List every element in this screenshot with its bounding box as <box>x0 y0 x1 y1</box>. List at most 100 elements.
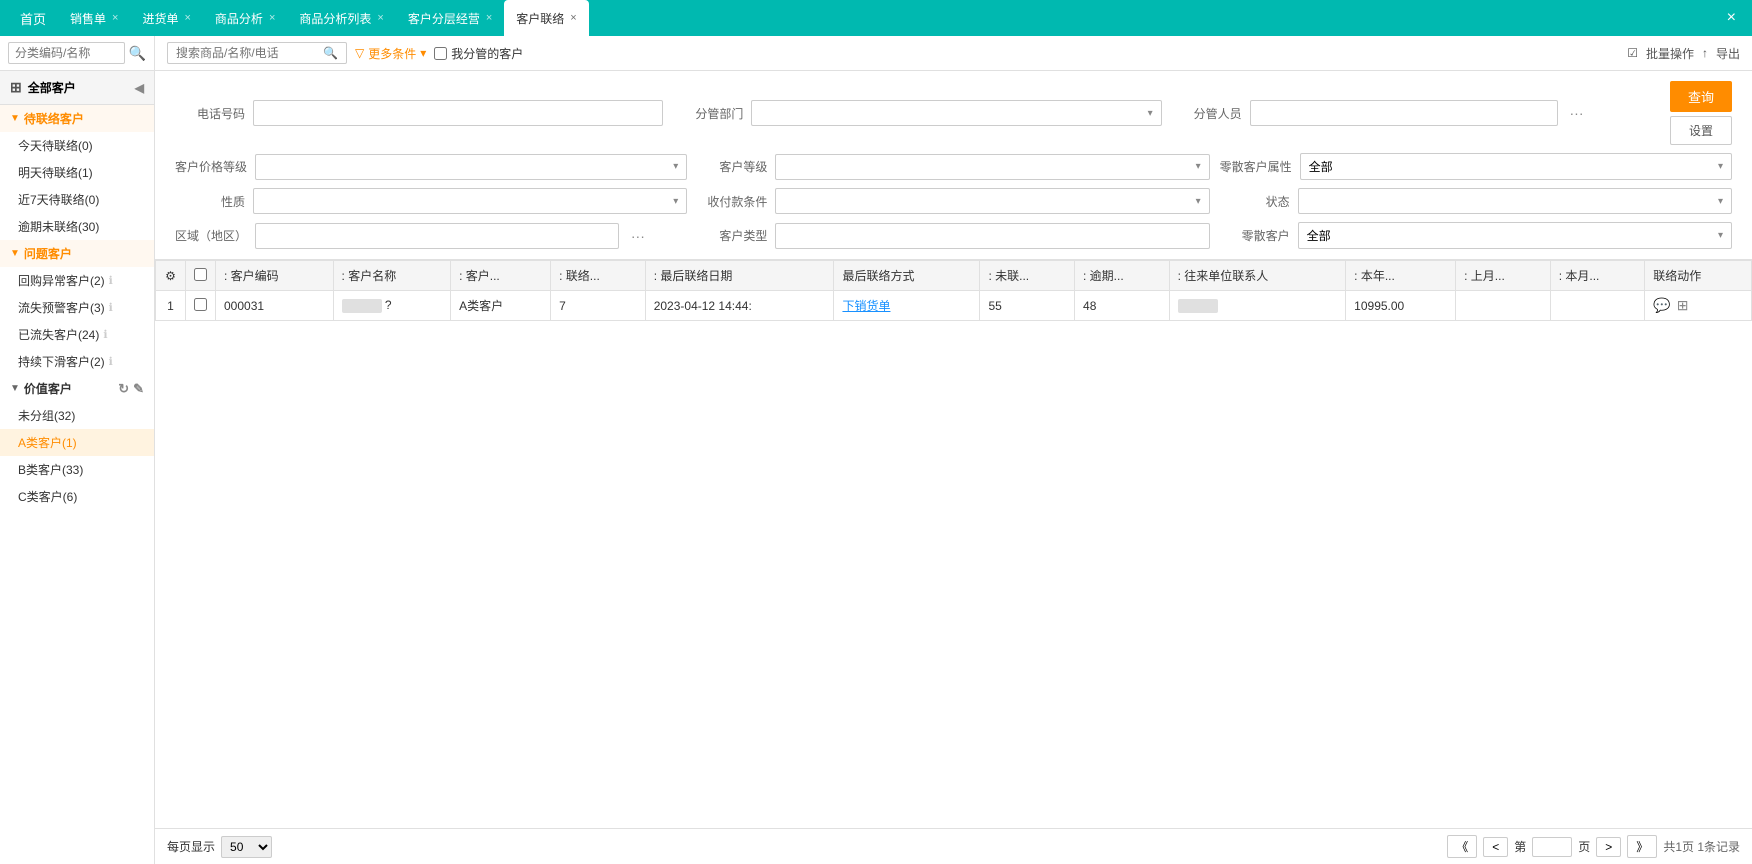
window-close-button[interactable]: × <box>1719 9 1744 27</box>
first-page-button[interactable]: 《 <box>1447 835 1477 858</box>
filter-select-scatter[interactable]: 全部 ▾ <box>1298 222 1732 249</box>
sidebar-item-tomorrow[interactable]: 明天待联络(1) <box>0 159 154 186</box>
nav-tab-customer-tier-close[interactable]: × <box>486 12 492 24</box>
filter-search-icon[interactable]: 🔍 <box>323 46 338 60</box>
nav-tab-purchase-close[interactable]: × <box>184 12 190 24</box>
query-button[interactable]: 查询 <box>1670 81 1732 112</box>
sidebar-search-input[interactable] <box>8 42 125 64</box>
nav-tab-purchase[interactable]: 进货单 × <box>130 0 202 36</box>
prev-page-button[interactable]: < <box>1483 837 1508 857</box>
row-overdue: 48 <box>1075 291 1170 321</box>
filter-select-customer-type[interactable] <box>775 223 1209 249</box>
refresh-icon[interactable]: ↻ <box>118 381 129 397</box>
col-gear: ⚙ <box>156 261 186 291</box>
filter-person-dots[interactable]: ··· <box>1566 105 1588 121</box>
page-size-select[interactable]: 50 20 100 <box>221 836 272 858</box>
info-icon-3[interactable]: ℹ <box>103 328 107 341</box>
export-button[interactable]: 导出 <box>1716 45 1740 62</box>
nav-tab-customer-tier[interactable]: 客户分层经营 × <box>396 0 504 36</box>
sidebar-collapse-icon[interactable]: ◀ <box>135 81 144 95</box>
filter-row-4: 区域（地区） ··· 客户类型 零散客户 全部 ▾ <box>175 222 1732 249</box>
qr-icon[interactable]: ⊞ <box>1677 297 1689 314</box>
filter-select-region[interactable] <box>255 223 619 249</box>
sidebar-item-ungrouped[interactable]: 未分组(32) <box>0 402 154 429</box>
filter-region-dots[interactable]: ··· <box>627 228 649 244</box>
sidebar-item-churned[interactable]: 已流失客户(24) ℹ <box>0 321 154 348</box>
filter-select-payment[interactable]: ▾ <box>775 188 1209 214</box>
sidebar-all-customers[interactable]: ⊞ 全部客户 ◀ <box>0 71 154 105</box>
filter-search-container: 🔍 <box>167 42 347 64</box>
filter-label-phone: 电话号码 <box>175 105 245 122</box>
row-last-method-link[interactable]: 下销货单 <box>842 299 890 313</box>
info-icon-4[interactable]: ℹ <box>109 355 113 368</box>
nav-tab-sales[interactable]: 销售单 × <box>58 0 130 36</box>
settings-button[interactable]: 设置 <box>1670 116 1732 145</box>
edit-icon[interactable]: ✎ <box>133 381 144 397</box>
filter-select-dept[interactable]: ▾ <box>751 100 1161 126</box>
filter-select-customer-level[interactable]: ▾ <box>775 154 1209 180</box>
sidebar-item-b-class[interactable]: B类客户(33) <box>0 456 154 483</box>
next-page-button[interactable]: > <box>1596 837 1621 857</box>
col-code: : 客户编码 <box>216 261 334 291</box>
nav-tab-analysis-list-close[interactable]: × <box>377 12 383 24</box>
filter-select-customer-level-arrow: ▾ <box>1196 161 1201 172</box>
sidebar-item-7days[interactable]: 近7天待联络(0) <box>0 186 154 213</box>
filter-select-status[interactable]: ▾ <box>1298 188 1732 214</box>
sidebar-item-overdue[interactable]: 逾期未联络(30) <box>0 213 154 240</box>
sidebar-group-problem[interactable]: ▼ 问题客户 <box>0 240 154 267</box>
sidebar-item-a-class[interactable]: A类客户(1) <box>0 429 154 456</box>
nav-tab-customer-contact[interactable]: 客户联络 × <box>504 0 588 36</box>
row-contact-count: 7 <box>551 291 646 321</box>
col-name-label: : 客户名称 <box>342 269 397 283</box>
chat-icon[interactable]: 💬 <box>1653 297 1670 314</box>
nav-tab-customer-tier-label: 客户分层经营 <box>408 10 480 27</box>
filter-mine-container: 我分管的客户 <box>434 45 523 62</box>
nav-tab-analysis[interactable]: 商品分析 × <box>203 0 287 36</box>
select-all-checkbox[interactable] <box>194 268 207 281</box>
sidebar-group-value[interactable]: ▼ 价值客户 ↻ ✎ <box>0 375 154 402</box>
table-head: ⚙ : 客户编码 : 客户名称 : 客户... <box>156 261 1752 291</box>
filter-label-region: 区域（地区） <box>175 227 247 244</box>
nav-tab-analysis-list[interactable]: 商品分析列表 × <box>287 0 395 36</box>
row-contact-person-blur <box>1178 299 1218 313</box>
gear-icon[interactable]: ⚙ <box>165 269 176 283</box>
sidebar-item-declining[interactable]: 持续下滑客户(2) ℹ <box>0 348 154 375</box>
nav-tab-sales-close[interactable]: × <box>112 12 118 24</box>
col-no-contact: : 未联... <box>980 261 1075 291</box>
filter-mine-checkbox[interactable] <box>434 47 447 60</box>
grid-icon: ⊞ <box>10 79 22 96</box>
filter-input-phone[interactable] <box>253 100 663 126</box>
filter-select-price-level[interactable]: ▾ <box>255 154 687 180</box>
filter-input-person[interactable] <box>1250 100 1558 126</box>
nav-tab-analysis-close[interactable]: × <box>269 12 275 24</box>
filter-select-scatter-value: 全部 <box>1307 227 1331 244</box>
row-index: 1 <box>156 291 186 321</box>
row-no-contact: 55 <box>980 291 1075 321</box>
batch-operation-button[interactable]: 批量操作 <box>1646 45 1694 62</box>
last-page-button[interactable]: 》 <box>1627 835 1657 858</box>
sidebar-search-icon[interactable]: 🔍 <box>129 45 146 62</box>
page-size-container: 每页显示 50 20 100 <box>167 836 272 858</box>
sidebar-item-today[interactable]: 今天待联络(0) <box>0 132 154 159</box>
info-icon-2[interactable]: ℹ <box>109 301 113 314</box>
filter-field-price-level: 客户价格等级 ▾ <box>175 154 687 180</box>
sidebar-item-churn-warning[interactable]: 流失预警客户(3) ℹ <box>0 294 154 321</box>
table-footer: 每页显示 50 20 100 《 < 第 1 页 > 》 共1页 1条记录 <box>155 828 1752 864</box>
info-icon-1[interactable]: ℹ <box>109 274 113 287</box>
sidebar-group-pending[interactable]: ▼ 待联络客户 <box>0 105 154 132</box>
filter-select-scatter-attr[interactable]: 全部 ▾ <box>1300 153 1732 180</box>
page-number-input[interactable]: 1 <box>1532 837 1572 857</box>
sidebar-item-c-class[interactable]: C类客户(6) <box>0 483 154 510</box>
filter-more-button[interactable]: ▽ 更多条件 ▾ <box>355 45 426 62</box>
sidebar-item-repurchase-abnormal[interactable]: 回购异常客户(2) ℹ <box>0 267 154 294</box>
sidebar-search-container: 🔍 <box>0 36 154 71</box>
col-last-date-label: : 最后联络日期 <box>654 269 733 283</box>
filter-select-nature[interactable]: ▾ <box>253 188 687 214</box>
row-checkbox[interactable] <box>194 298 207 311</box>
sidebar-all-customers-label: 全部客户 <box>28 79 76 96</box>
nav-tab-purchase-label: 进货单 <box>142 10 178 27</box>
nav-home[interactable]: 首页 <box>8 9 58 28</box>
nav-tab-customer-contact-close[interactable]: × <box>570 12 576 24</box>
filter-search-input[interactable] <box>176 46 323 60</box>
sidebar-item-c-class-label: C类客户(6) <box>18 488 77 505</box>
